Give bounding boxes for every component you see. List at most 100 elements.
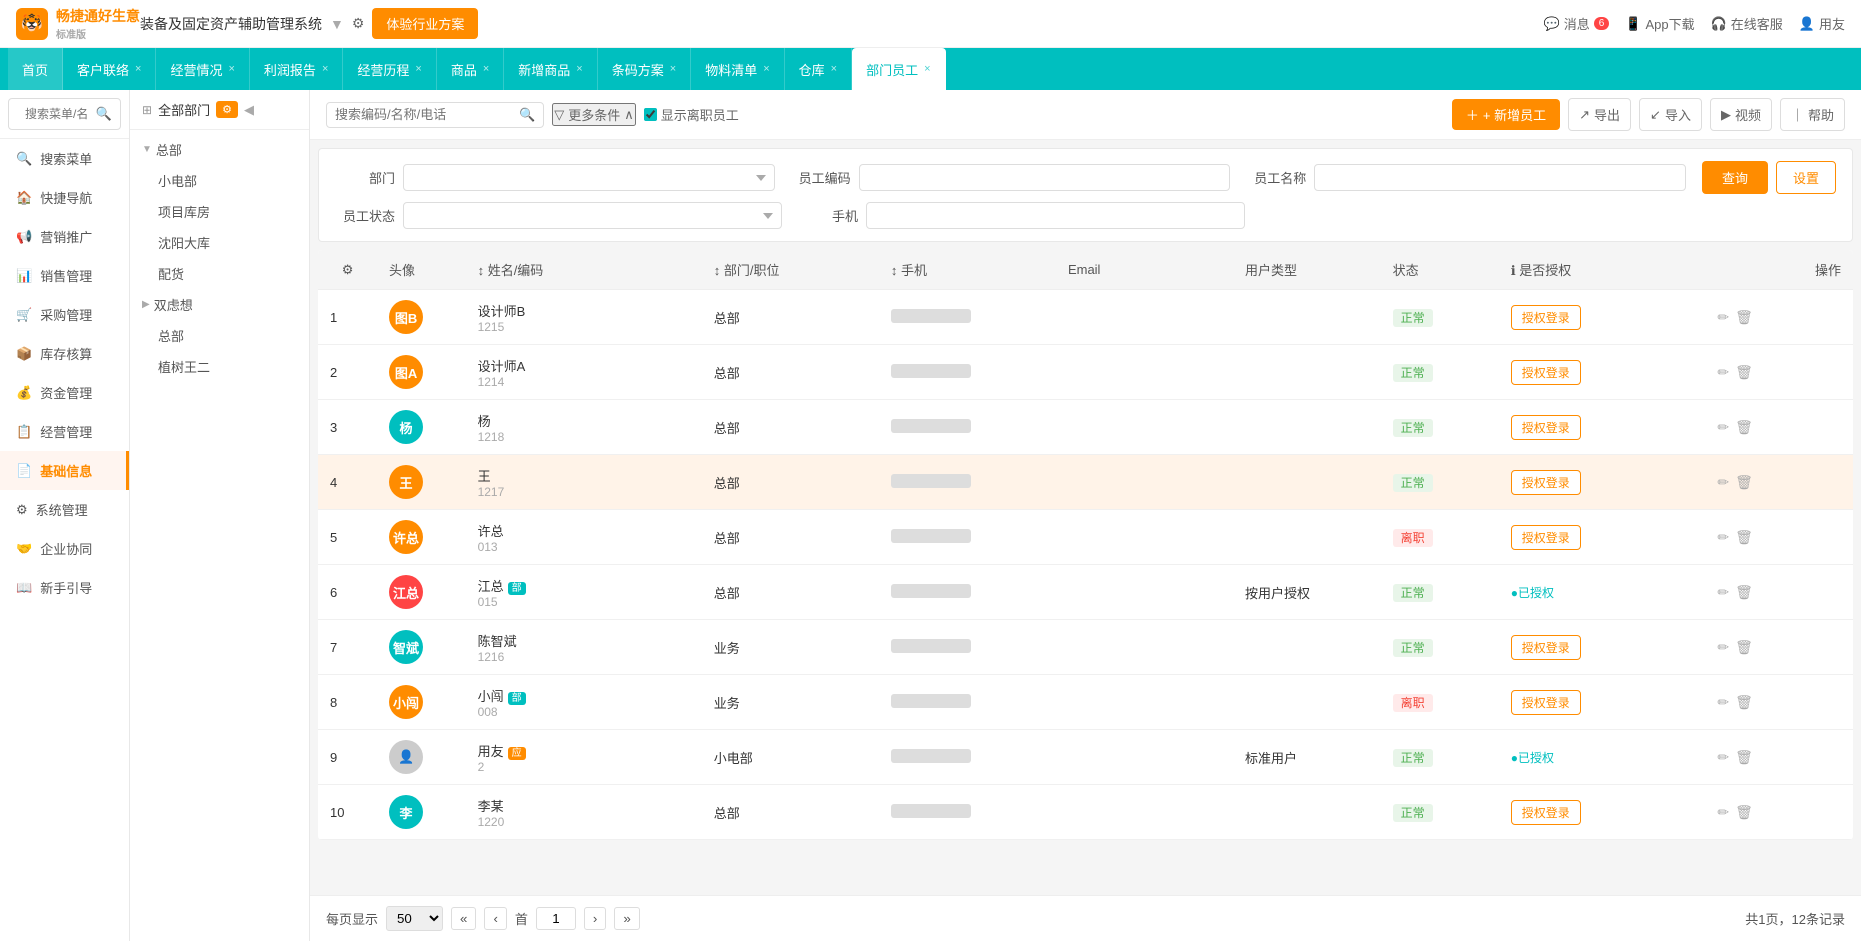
dept-node-shuangluxiang[interactable]: ▶ 双虑想: [130, 289, 309, 320]
delete-btn[interactable]: 🗑: [1735, 804, 1753, 821]
td-auth[interactable]: 授权登录: [1499, 290, 1706, 345]
edit-btn[interactable]: ✏: [1717, 584, 1729, 601]
auth-login-btn[interactable]: 授权登录: [1511, 360, 1581, 385]
td-auth[interactable]: 授权登录: [1499, 345, 1706, 400]
th-name[interactable]: ↕ 姓名/编码: [466, 250, 702, 290]
settings-icon[interactable]: ⚙: [352, 15, 365, 32]
td-auth[interactable]: ●已授权: [1499, 565, 1706, 620]
close-icon[interactable]: ×: [576, 63, 582, 75]
last-page-btn[interactable]: »: [614, 907, 639, 930]
dept-node-distribution[interactable]: 配货: [130, 258, 309, 289]
show-resigned-checkbox[interactable]: 显示离职员工: [644, 105, 739, 124]
sidebar-item-marketing[interactable]: 📢营销推广: [0, 217, 129, 256]
query-btn[interactable]: 查询: [1702, 161, 1768, 194]
edit-btn[interactable]: ✏: [1717, 749, 1729, 766]
phone-filter-input[interactable]: [866, 202, 1245, 229]
sidebar-item-inventory[interactable]: 📦库存核算: [0, 334, 129, 373]
nav-profit[interactable]: 利润报告 ×: [250, 48, 343, 90]
edit-btn[interactable]: ✏: [1717, 364, 1729, 381]
gear-icon[interactable]: ⚙: [342, 262, 354, 277]
auth-login-btn[interactable]: 授权登录: [1511, 305, 1581, 330]
auth-login-btn[interactable]: 授权登录: [1511, 525, 1581, 550]
th-phone[interactable]: ↕ 手机: [879, 250, 1056, 290]
td-auth[interactable]: 授权登录: [1499, 785, 1706, 840]
close-icon[interactable]: ×: [763, 63, 769, 75]
nav-bom[interactable]: 物料清单 ×: [691, 48, 784, 90]
edit-btn[interactable]: ✏: [1717, 804, 1729, 821]
empname-filter-input[interactable]: [1314, 164, 1686, 191]
sidebar-item-guide[interactable]: 📖新手引导: [0, 568, 129, 607]
collapse-icon[interactable]: ◀: [244, 102, 254, 118]
set-btn[interactable]: 设置: [1776, 161, 1836, 194]
sidebar-item-sales[interactable]: 📊销售管理: [0, 256, 129, 295]
delete-btn[interactable]: 🗑: [1735, 309, 1753, 326]
close-icon[interactable]: ×: [322, 63, 328, 75]
nav-goods[interactable]: 商品 ×: [437, 48, 504, 90]
sidebar-item-purchase[interactable]: 🛒采购管理: [0, 295, 129, 334]
dept-node-project[interactable]: 项目库房: [130, 196, 309, 227]
nav-add-goods[interactable]: 新增商品 ×: [504, 48, 597, 90]
app-download-btn[interactable]: 📱 App下载: [1625, 14, 1694, 33]
nav-operation[interactable]: 经营情况 ×: [156, 48, 249, 90]
sidebar-item-search[interactable]: 🔍搜索菜单: [0, 139, 129, 178]
th-dept[interactable]: ↕ 部门/职位: [702, 250, 879, 290]
sidebar-item-operation[interactable]: 📋经营管理: [0, 412, 129, 451]
dept-node-xiaobian[interactable]: 小电部: [130, 165, 309, 196]
delete-btn[interactable]: 🗑: [1735, 639, 1753, 656]
nav-home[interactable]: 首页: [8, 48, 63, 90]
edit-btn[interactable]: ✏: [1717, 309, 1729, 326]
delete-btn[interactable]: 🗑: [1735, 694, 1753, 711]
sidebar-item-collab[interactable]: 🤝企业协同: [0, 529, 129, 568]
edit-btn[interactable]: ✏: [1717, 419, 1729, 436]
page-size-select[interactable]: 50 100: [386, 906, 443, 931]
delete-btn[interactable]: 🗑: [1735, 419, 1753, 436]
messages-btn[interactable]: 💬 消息 6: [1544, 14, 1610, 33]
nav-barcode[interactable]: 条码方案 ×: [598, 48, 691, 90]
edit-btn[interactable]: ✏: [1717, 639, 1729, 656]
close-icon[interactable]: ×: [228, 63, 234, 75]
first-page-btn[interactable]: «: [451, 907, 476, 930]
nav-history[interactable]: 经营历程 ×: [343, 48, 436, 90]
close-icon[interactable]: ×: [415, 63, 421, 75]
edit-btn[interactable]: ✏: [1717, 474, 1729, 491]
dept-node-shenyang[interactable]: 沈阳大库: [130, 227, 309, 258]
dept-node-headquarter2[interactable]: 总部: [130, 320, 309, 351]
close-icon[interactable]: ×: [135, 63, 141, 75]
dept-node-zhishu[interactable]: 植树王二: [130, 351, 309, 382]
sidebar-search-input[interactable]: [17, 103, 96, 125]
trial-btn[interactable]: 体验行业方案: [372, 8, 478, 39]
td-auth[interactable]: 授权登录: [1499, 455, 1706, 510]
td-auth[interactable]: 授权登录: [1499, 620, 1706, 675]
close-icon[interactable]: ×: [831, 63, 837, 75]
empcode-filter-input[interactable]: [859, 164, 1231, 191]
edit-btn[interactable]: ✏: [1717, 694, 1729, 711]
close-icon[interactable]: ×: [670, 63, 676, 75]
nav-customer[interactable]: 客户联络 ×: [63, 48, 156, 90]
td-auth[interactable]: 授权登录: [1499, 400, 1706, 455]
sidebar-item-nav[interactable]: 🏠快捷导航: [0, 178, 129, 217]
online-service-btn[interactable]: 🎧 在线客服: [1711, 14, 1783, 33]
delete-btn[interactable]: 🗑: [1735, 364, 1753, 381]
edit-btn[interactable]: ✏: [1717, 529, 1729, 546]
next-page-btn[interactable]: ›: [584, 907, 606, 930]
auth-login-btn[interactable]: 授权登录: [1511, 470, 1581, 495]
delete-btn[interactable]: 🗑: [1735, 529, 1753, 546]
nav-warehouse[interactable]: 仓库 ×: [785, 48, 852, 90]
close-icon[interactable]: ×: [483, 63, 489, 75]
td-auth[interactable]: 授权登录: [1499, 675, 1706, 730]
show-resigned-input[interactable]: [644, 108, 657, 121]
page-number-input[interactable]: [536, 907, 576, 930]
delete-btn[interactable]: 🗑: [1735, 749, 1753, 766]
delete-btn[interactable]: 🗑: [1735, 584, 1753, 601]
sidebar-item-finance[interactable]: 💰资金管理: [0, 373, 129, 412]
sidebar-item-system[interactable]: ⚙系统管理: [0, 490, 129, 529]
auth-login-btn[interactable]: 授权登录: [1511, 635, 1581, 660]
dept-action-btn[interactable]: ⚙: [216, 101, 238, 118]
nav-dept-staff[interactable]: 部门员工 ×: [852, 48, 945, 90]
import-btn[interactable]: ↙ 导入: [1639, 98, 1702, 131]
auth-login-btn[interactable]: 授权登录: [1511, 690, 1581, 715]
td-auth[interactable]: ●已授权: [1499, 730, 1706, 785]
td-auth[interactable]: 授权登录: [1499, 510, 1706, 565]
dept-node-headquarter[interactable]: ▼ 总部: [130, 134, 309, 165]
add-employee-btn[interactable]: ＋ + 新增员工: [1452, 99, 1560, 130]
